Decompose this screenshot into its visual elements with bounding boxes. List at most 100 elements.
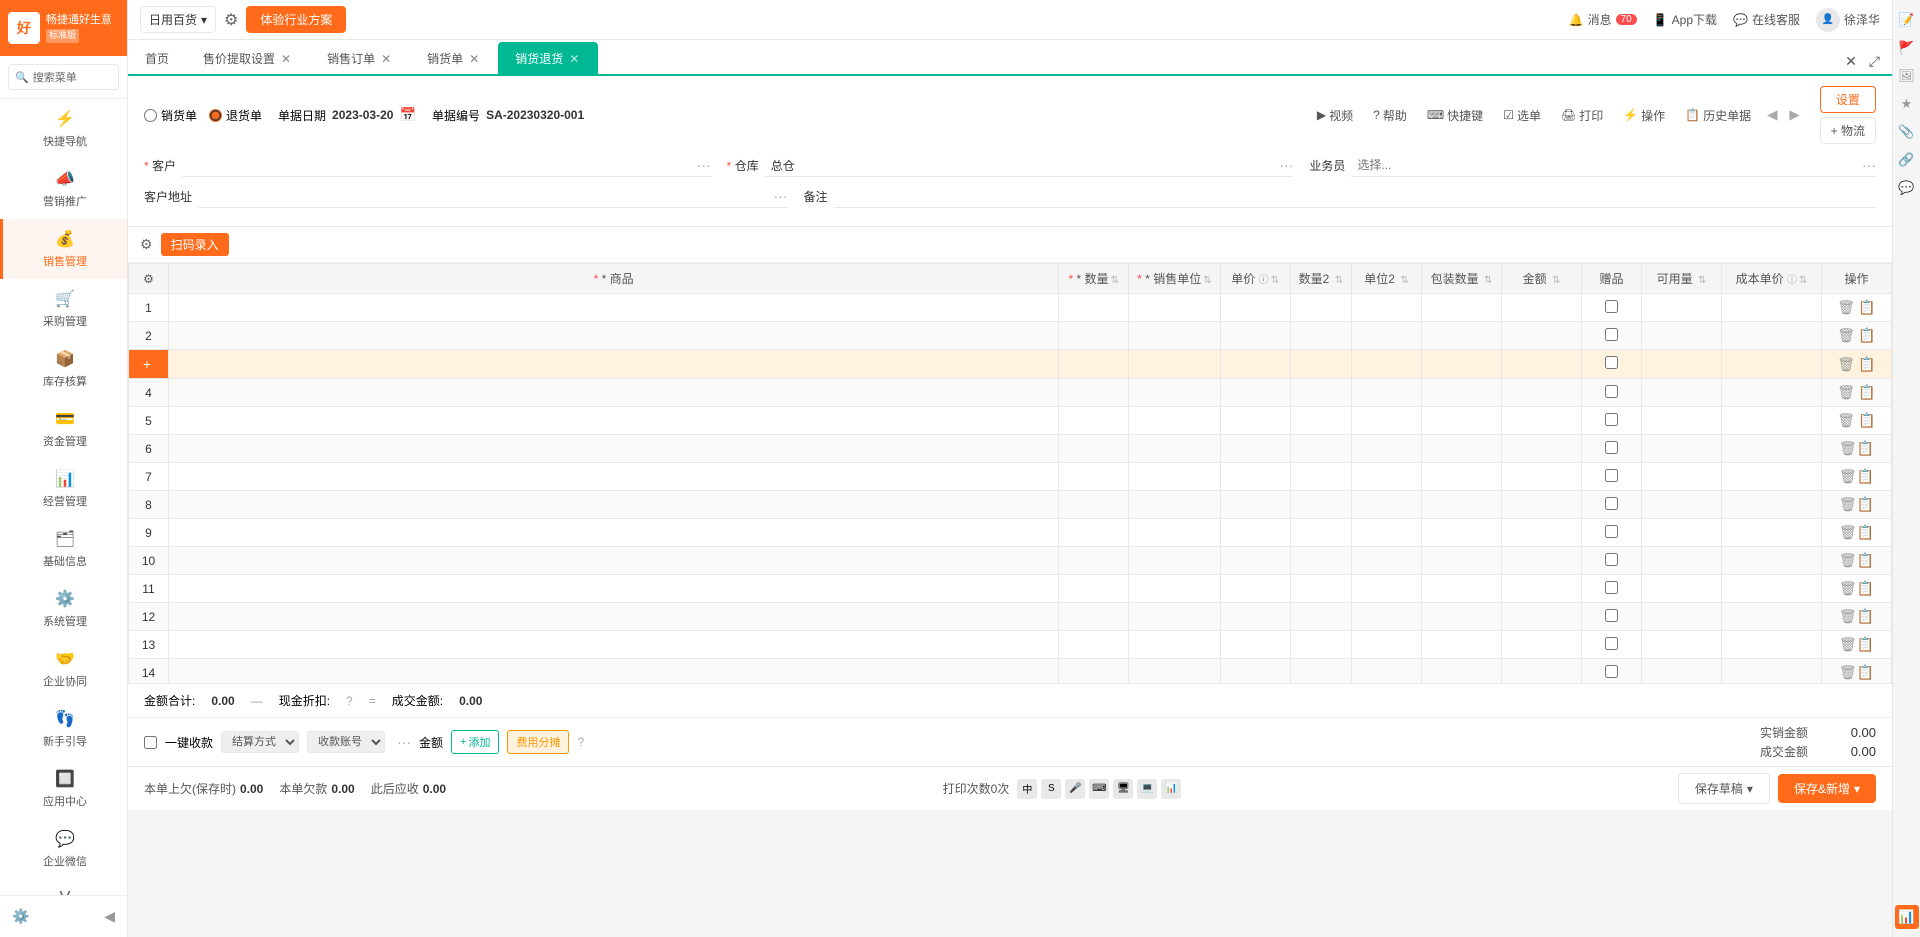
gift-checkbox-4[interactable]	[1605, 385, 1618, 398]
sidebar-item-basic[interactable]: 🗂 基础信息	[0, 519, 127, 579]
gift-checkbox-13[interactable]	[1605, 637, 1618, 650]
tab-close-sale-order[interactable]: ✕	[379, 52, 393, 66]
payment-account-select[interactable]: 收款账号	[307, 731, 385, 753]
sys-icon-1[interactable]: 中	[1017, 779, 1037, 799]
nav-next-button[interactable]: ▶	[1789, 107, 1799, 123]
sys-icon-5[interactable]: 🖥	[1113, 779, 1133, 799]
delete-row-5[interactable]: 🗑	[1837, 412, 1855, 429]
delete-row-14[interactable]: 🗑	[1839, 664, 1857, 681]
gift-checkbox-12[interactable]	[1605, 609, 1618, 622]
copy-row-13[interactable]: 📋	[1857, 636, 1874, 653]
radio-return-input[interactable]	[209, 109, 222, 122]
delete-row-1[interactable]: 🗑	[1837, 299, 1855, 316]
maximize-tab-button[interactable]: ⤢	[1865, 49, 1884, 74]
sidebar-item-operations[interactable]: 📊 经营管理	[0, 459, 127, 519]
unit2-sort-icon[interactable]: ⇅	[1400, 275, 1408, 286]
sidebar-item-appcenter[interactable]: 🔲 应用中心	[0, 759, 127, 819]
right-sidebar-link-icon[interactable]: 🔗	[1895, 148, 1919, 172]
product-input-3[interactable]	[177, 357, 1050, 372]
copy-row-11[interactable]: 📋	[1857, 580, 1874, 597]
gift-checkbox-7[interactable]	[1605, 469, 1618, 482]
toolbar-operate[interactable]: ⚡ 操作	[1619, 105, 1669, 126]
copy-row-5[interactable]: 📋	[1858, 412, 1875, 429]
sidebar-item-newuser[interactable]: 👣 新手引导	[0, 699, 127, 759]
tab-close-sale-price[interactable]: ✕	[279, 52, 293, 66]
sys-icon-6[interactable]: 💻	[1137, 779, 1157, 799]
date-picker-button[interactable]: 📅	[399, 107, 416, 123]
user-menu[interactable]: 👤 徐泽华	[1816, 8, 1880, 32]
right-sidebar-note-icon[interactable]: 📝	[1895, 8, 1919, 32]
sidebar-item-sales[interactable]: 💰 销售管理	[0, 219, 127, 279]
gift-checkbox-5[interactable]	[1605, 413, 1618, 426]
delete-row-7[interactable]: 🗑	[1839, 468, 1857, 485]
salesperson-input[interactable]	[1351, 154, 1858, 176]
tab-sale-order[interactable]: 销售订单 ✕	[310, 42, 410, 74]
copy-row-2[interactable]: 📋	[1858, 327, 1875, 344]
toolbar-history[interactable]: 📋 历史单据	[1681, 105, 1755, 126]
radio-return[interactable]: 退货单	[209, 107, 262, 124]
sidebar-item-marketing[interactable]: 📣 营销推广	[0, 159, 127, 219]
radio-sale-input[interactable]	[144, 109, 157, 122]
delete-row-6[interactable]: 🗑	[1839, 440, 1857, 457]
payment-method-select[interactable]: 结算方式	[221, 731, 299, 753]
experience-button[interactable]: 体验行业方案	[246, 6, 346, 33]
toolbar-video[interactable]: ▶ 视频	[1313, 105, 1357, 126]
sidebar-item-system[interactable]: ⚙️ 系统管理	[0, 579, 127, 639]
gift-checkbox-9[interactable]	[1605, 525, 1618, 538]
sidebar-item-quicknav[interactable]: ⚡ 快捷导航	[0, 99, 127, 159]
amount-sort-icon[interactable]: ⇅	[1552, 275, 1560, 286]
tab-sale-delivery[interactable]: 销货单 ✕	[410, 42, 498, 74]
delete-row-13[interactable]: 🗑	[1839, 636, 1857, 653]
copy-row-12[interactable]: 📋	[1857, 608, 1874, 625]
sidebar-item-finance[interactable]: 💳 资金管理	[0, 399, 127, 459]
gift-checkbox-11[interactable]	[1605, 581, 1618, 594]
copy-row-10[interactable]: 📋	[1857, 552, 1874, 569]
copy-row-3[interactable]: 📋	[1858, 356, 1875, 373]
cost-sort-icon[interactable]: ⇅	[1799, 275, 1807, 286]
right-sidebar-clip-icon[interactable]: 📎	[1895, 120, 1919, 144]
tab-close-sale-return[interactable]: ✕	[567, 52, 581, 66]
qty2-sort-icon[interactable]: ⇅	[1335, 275, 1343, 286]
notification-button[interactable]: 🔔 消息 70	[1569, 11, 1637, 28]
sys-icon-4[interactable]: ⌨	[1089, 779, 1109, 799]
copy-row-14[interactable]: 📋	[1857, 664, 1874, 681]
sys-icon-2[interactable]: S	[1041, 779, 1061, 799]
table-scroll[interactable]: ⚙ * 商品 * 数量⇅ * 销售单位⇅ 单价 ⓘ⇅ 数量2 ⇅ 单位2 ⇅ 包…	[128, 263, 1892, 683]
customer-input[interactable]	[182, 154, 693, 176]
module-selector[interactable]: 日用百货 ▾	[140, 6, 216, 33]
gift-checkbox-6[interactable]	[1605, 441, 1618, 454]
save-draft-button[interactable]: 保存草稿 ▾	[1678, 773, 1770, 804]
delete-row-9[interactable]: 🗑	[1839, 524, 1857, 541]
delete-row-2[interactable]: 🗑	[1837, 327, 1855, 344]
sidebar-collapse-button[interactable]: ◀	[100, 904, 119, 929]
discount-help-icon[interactable]: ?	[346, 694, 353, 708]
sidebar-item-member[interactable]: V 畅会员	[0, 879, 127, 895]
sys-icon-7[interactable]: 📊	[1161, 779, 1181, 799]
delete-row-11[interactable]: 🗑	[1839, 580, 1857, 597]
fee-help-icon[interactable]: ?	[577, 735, 584, 749]
right-sidebar-flag-icon[interactable]: 🚩	[1895, 36, 1919, 60]
fee-split-button[interactable]: 费用分摊	[507, 730, 569, 754]
toolbar-print[interactable]: 🖨 打印	[1557, 105, 1607, 126]
online-service-button[interactable]: 💬 在线客服	[1733, 11, 1800, 28]
scan-input-button[interactable]: 扫码录入	[161, 233, 229, 256]
gift-checkbox-8[interactable]	[1605, 497, 1618, 510]
search-menu-button[interactable]: 🔍 搜索菜单	[8, 64, 119, 90]
copy-row-6[interactable]: 📋	[1857, 440, 1874, 457]
toolbar-select[interactable]: ☑ 选单	[1499, 105, 1545, 126]
delete-row-12[interactable]: 🗑	[1839, 608, 1857, 625]
right-sidebar-orange-button[interactable]: 📊	[1895, 905, 1919, 929]
copy-row-8[interactable]: 📋	[1857, 496, 1874, 513]
sidebar-item-inventory[interactable]: 📦 库存核算	[0, 339, 127, 399]
right-sidebar-image-icon[interactable]: 🖼	[1895, 64, 1919, 88]
copy-row-1[interactable]: 📋	[1858, 299, 1875, 316]
logistics-button[interactable]: + 物流	[1820, 117, 1876, 144]
tab-home[interactable]: 首页	[128, 42, 186, 74]
table-settings-button[interactable]: ⚙	[140, 236, 153, 253]
gift-checkbox-3[interactable]	[1605, 356, 1618, 369]
tab-sale-price[interactable]: 售价提取设置 ✕	[186, 42, 310, 74]
copy-row-9[interactable]: 📋	[1857, 524, 1874, 541]
gift-checkbox-1[interactable]	[1605, 300, 1618, 313]
close-tab-button[interactable]: ✕	[1841, 49, 1861, 74]
note-input[interactable]	[834, 185, 1876, 207]
